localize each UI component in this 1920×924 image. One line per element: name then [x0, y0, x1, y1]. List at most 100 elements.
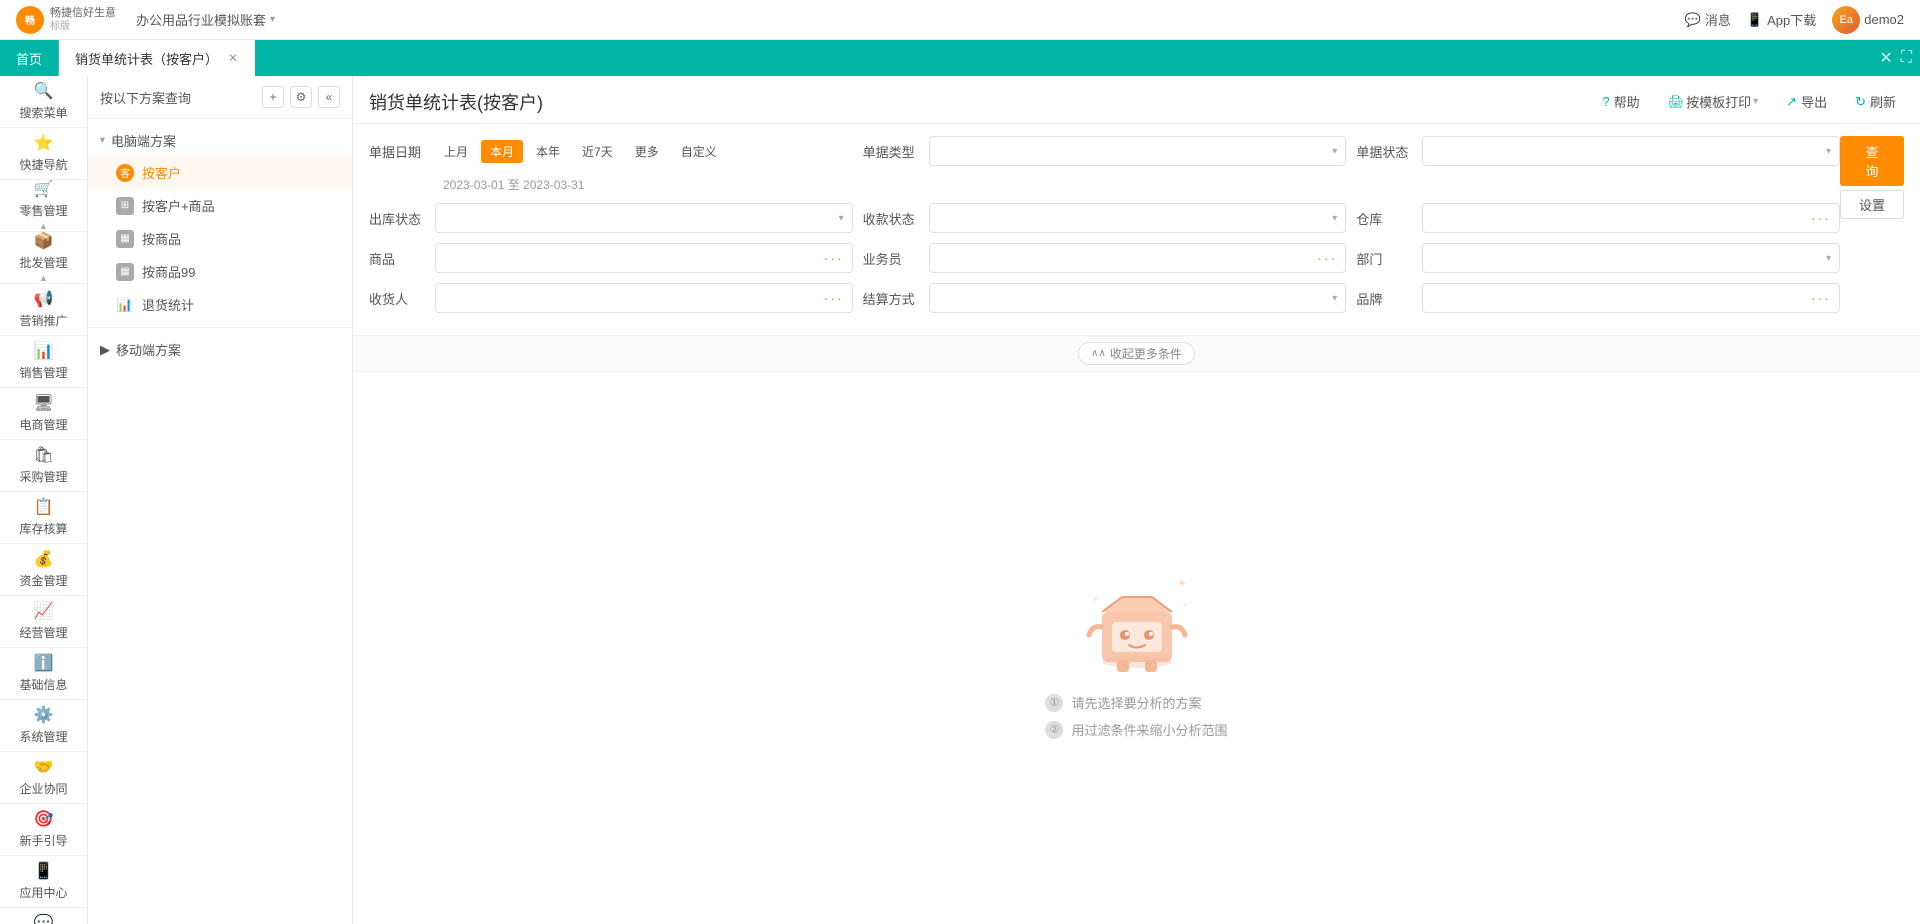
scheme-item-by-product[interactable]: ▦ 按商品	[88, 222, 352, 255]
mobile-section-arrow: ▶	[100, 342, 110, 358]
sidebar-item-label: 经营管理	[19, 625, 67, 642]
return-stats-icon: 📊	[116, 296, 134, 314]
salesperson-filter-cell: 业务员 ···	[863, 243, 1347, 273]
sidebar-item-purchase[interactable]: 🛍 采购管理	[0, 440, 87, 492]
sidebar-item-retail[interactable]: 🛒 零售管理 ▲	[0, 180, 87, 232]
out-status-select[interactable]: ▾	[435, 203, 853, 233]
scheme-add-btn[interactable]: +	[262, 86, 284, 108]
sidebar-item-ecommerce[interactable]: 🖥 电商管理	[0, 388, 87, 440]
sidebar-item-enterprise-wechat[interactable]: 💬 企业微信	[0, 908, 87, 924]
scheme-collapse-btn[interactable]: «	[318, 86, 340, 108]
salesperson-select[interactable]: ···	[929, 243, 1347, 273]
message-button[interactable]: 💬 消息	[1685, 10, 1731, 29]
sidebar-item-label: 企业协同	[19, 781, 67, 798]
tab-home[interactable]: 首页	[0, 40, 59, 76]
tab-close-action[interactable]: ✕	[1879, 48, 1892, 68]
sidebar-item-enterprise[interactable]: 🤝 企业协同	[0, 752, 87, 804]
enterprise-icon: 🤝	[34, 757, 54, 779]
tab-close-icon[interactable]: ✕	[228, 51, 238, 65]
more-date-btn[interactable]: 更多	[626, 140, 668, 163]
department-select[interactable]: ▾	[1422, 243, 1840, 273]
doc-type-select[interactable]: ▾	[929, 136, 1347, 166]
hint-num-1: ①	[1045, 694, 1063, 712]
sidebar-item-sales[interactable]: 📊 销售管理	[0, 336, 87, 388]
payment-status-select[interactable]: ▾	[929, 203, 1347, 233]
home-tab-label: 首页	[16, 49, 42, 68]
sidebar-item-quick-nav[interactable]: ⭐ 快捷导航	[0, 128, 87, 180]
scheme-item-by-product-99[interactable]: ▦ 按商品99	[88, 255, 352, 288]
salesperson-label: 业务员	[863, 249, 923, 268]
sidebar-item-finance[interactable]: 💰 资金管理	[0, 544, 87, 596]
empty-hint-1: ① 请先选择要分析的方案	[1045, 693, 1227, 712]
settings-button[interactable]: 设置	[1840, 190, 1904, 219]
basics-icon: ℹ️	[34, 653, 54, 675]
settlement-filter-cell: 结算方式 ▾	[863, 283, 1347, 313]
app-download-button[interactable]: 📱 App下载	[1747, 10, 1816, 29]
template-print-button[interactable]: 🖨 按模板打印 ▾	[1660, 88, 1767, 115]
brand-filter-cell: 品牌 ···	[1356, 283, 1840, 313]
settlement-select[interactable]: ▾	[929, 283, 1347, 313]
sidebar-item-inventory[interactable]: 📋 库存核算	[0, 492, 87, 544]
sidebar-item-app-center[interactable]: 📱 应用中心	[0, 856, 87, 908]
mobile-section-header[interactable]: ▶ 移动端方案	[88, 334, 352, 365]
export-button[interactable]: ↗ 导出	[1778, 88, 1835, 115]
scheme-item-by-customer-product[interactable]: ⊞ 按客户+商品	[88, 189, 352, 222]
sidebar-item-label: 快捷导航	[19, 157, 67, 174]
scheme-item-label: 按商品	[142, 229, 181, 248]
logo-text: 畅捷信好生意 标版	[50, 6, 116, 33]
avatar: Ea	[1832, 6, 1860, 34]
breadcrumb: 办公用品行业模拟账套 ▾	[136, 10, 275, 29]
main-area: 🔍 搜索菜单 ⭐ 快捷导航 🛒 零售管理 ▲ 📦 批发管理 ▲ 📢 营销推广 📊…	[0, 76, 1920, 924]
scheme-item-by-customer[interactable]: 客 按客户	[88, 156, 352, 189]
template-print-arrow-icon[interactable]: ▾	[1753, 96, 1758, 107]
last-month-btn[interactable]: 上月	[435, 140, 477, 163]
product-select[interactable]: ···	[435, 243, 853, 273]
department-arrow-icon: ▾	[1826, 253, 1831, 264]
this-month-btn[interactable]: 本月	[481, 140, 523, 163]
warehouse-select[interactable]: ···	[1422, 203, 1840, 233]
sidebar-item-operations[interactable]: 📈 经营管理	[0, 596, 87, 648]
sidebar-item-system[interactable]: ⚙️ 系统管理	[0, 700, 87, 752]
brand-select[interactable]: ···	[1422, 283, 1840, 313]
recipient-select[interactable]: ···	[435, 283, 853, 313]
guide-icon: 🎯	[34, 809, 54, 831]
inventory-icon: 📋	[34, 497, 54, 519]
empty-hints: ① 请先选择要分析的方案 ② 用过滤条件来缩小分析范围	[1045, 693, 1227, 739]
page-title-bar: 销货单统计表(按客户) ? 帮助 🖨 按模板打印 ▾ ↗ 导出	[353, 76, 1920, 124]
sidebar: 🔍 搜索菜单 ⭐ 快捷导航 🛒 零售管理 ▲ 📦 批发管理 ▲ 📢 营销推广 📊…	[0, 76, 88, 924]
sidebar-item-search-menu[interactable]: 🔍 搜索菜单	[0, 76, 87, 128]
sidebar-item-wholesale[interactable]: 📦 批发管理 ▲	[0, 232, 87, 284]
scheme-item-label: 按客户+商品	[142, 196, 215, 215]
enterprise-wechat-icon: 💬	[34, 913, 54, 924]
download-icon: 📱	[1747, 12, 1763, 28]
scheme-item-return-stats[interactable]: 📊 退货统计	[88, 288, 352, 321]
help-button[interactable]: ? 帮助	[1594, 88, 1647, 115]
marketing-icon: 📢	[34, 289, 54, 311]
salesperson-dots: ···	[1317, 250, 1337, 266]
sidebar-item-marketing[interactable]: 📢 营销推广	[0, 284, 87, 336]
sales-stat-tab-label: 销货单统计表（按客户）	[75, 49, 218, 68]
breadcrumb-arrow-icon[interactable]: ▾	[270, 14, 275, 25]
doc-status-select[interactable]: ▾	[1422, 136, 1840, 166]
tab-sales-stat[interactable]: 销货单统计表（按客户） ✕	[59, 40, 255, 76]
last-7-days-btn[interactable]: 近7天	[573, 140, 622, 163]
desktop-section-header[interactable]: ▾ 电脑端方案	[88, 125, 352, 156]
scheme-settings-btn[interactable]: ⚙	[290, 86, 312, 108]
product-dots: ···	[824, 250, 844, 266]
filter-area: 单据日期 上月 本月 本年 近7天 更多 自定义 单据类型	[353, 124, 1920, 336]
brand-label: 品牌	[1356, 289, 1416, 308]
page-title: 销货单统计表(按客户)	[369, 89, 543, 115]
out-status-label: 出库状态	[369, 209, 429, 228]
out-status-filter-cell: 出库状态 ▾	[369, 203, 853, 233]
query-button[interactable]: 查询	[1840, 136, 1904, 186]
user-menu-button[interactable]: Ea demo2	[1832, 6, 1904, 34]
collapse-button[interactable]: ∧∧ 收起更多条件	[1078, 342, 1195, 365]
custom-date-btn[interactable]: 自定义	[672, 140, 726, 163]
refresh-button[interactable]: ↻ 刷新	[1847, 88, 1904, 115]
this-year-btn[interactable]: 本年	[527, 140, 569, 163]
tab-expand-action[interactable]: ⛶	[1901, 49, 1912, 67]
sidebar-item-guide[interactable]: 🎯 新手引导	[0, 804, 87, 856]
collapse-bar: ∧∧ 收起更多条件	[353, 336, 1920, 372]
recipient-dots: ···	[824, 290, 844, 306]
sidebar-item-basics[interactable]: ℹ️ 基础信息	[0, 648, 87, 700]
